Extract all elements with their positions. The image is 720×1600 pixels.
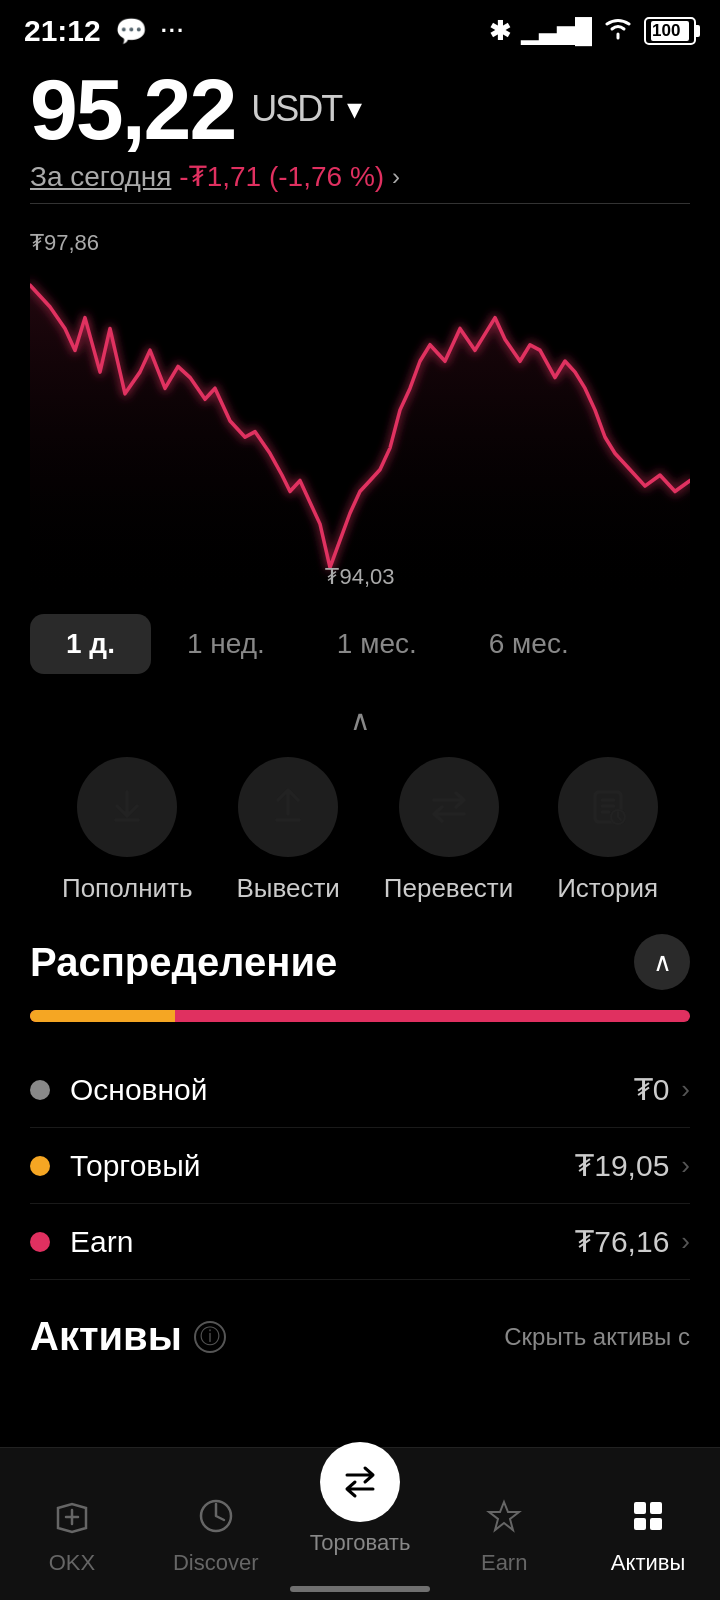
- assets-section: Активы ⓘ Скрыть активы с: [30, 1290, 690, 1369]
- dist-earn-arrow: ›: [681, 1226, 690, 1257]
- status-bar: 21:12 💬 ··· ✱ ▁▃▅█ 100: [0, 0, 720, 56]
- nav-trade-circle: [320, 1442, 400, 1522]
- currency-dropdown-arrow[interactable]: ▾: [347, 94, 360, 124]
- nav-assets-label: Активы: [611, 1550, 685, 1576]
- dist-earn-label: Earn: [70, 1225, 133, 1259]
- distribution-toggle[interactable]: ∧: [634, 934, 690, 990]
- hide-assets-text: Скрыть активы с: [504, 1323, 690, 1350]
- time-selector: 1 д. 1 нед. 1 мес. 6 мес.: [30, 614, 690, 674]
- battery-icon: 100: [644, 17, 696, 45]
- today-label: За сегодня: [30, 161, 171, 193]
- dist-main-arrow: ›: [681, 1074, 690, 1105]
- history-label: История: [557, 873, 658, 904]
- change-arrow[interactable]: ›: [392, 163, 400, 191]
- nav-trade-label: Торговать: [310, 1530, 411, 1556]
- dist-earn-value: ₮76,16: [575, 1224, 669, 1259]
- nav-trade[interactable]: Торговать: [310, 1442, 411, 1556]
- nav-okx-label: OKX: [49, 1550, 95, 1576]
- assets-info-icon[interactable]: ⓘ: [194, 1321, 226, 1353]
- nav-discover-label: Discover: [173, 1550, 259, 1576]
- transfer-icon: [399, 757, 499, 857]
- collapse-row: ∧: [30, 694, 690, 757]
- assets-hide-label: Скрыть активы с: [504, 1323, 690, 1351]
- time-btn-1m[interactable]: 1 мес.: [301, 614, 453, 674]
- history-button[interactable]: История: [557, 757, 658, 904]
- dist-trading-label: Торговый: [70, 1149, 201, 1183]
- svg-rect-7: [634, 1518, 646, 1530]
- withdraw-button[interactable]: Вывести: [236, 757, 339, 904]
- dist-earn-left: Earn: [30, 1225, 133, 1259]
- deposit-label: Пополнить: [62, 873, 193, 904]
- dist-item-main[interactable]: Основной ₮0 ›: [30, 1052, 690, 1128]
- distribution-progress-bar: [30, 1010, 690, 1022]
- bluetooth-icon: ✱: [489, 16, 511, 47]
- change-value: -₮1,71 (-1,76 %): [179, 160, 384, 193]
- nav-assets[interactable]: Активы: [598, 1498, 698, 1576]
- more-icon: ···: [161, 18, 185, 44]
- balance-amount-row: 95,22 USDT ▾: [30, 66, 690, 152]
- status-time: 21:12: [24, 14, 101, 48]
- action-buttons: Пополнить Вывести Перевести: [30, 757, 690, 934]
- dist-main-left: Основной: [30, 1073, 208, 1107]
- transfer-button[interactable]: Перевести: [384, 757, 513, 904]
- dist-earn-right: ₮76,16 ›: [575, 1224, 690, 1259]
- balance-change-row: За сегодня -₮1,71 (-1,76 %) ›: [30, 160, 690, 204]
- home-indicator: [290, 1586, 430, 1592]
- dot-main: [30, 1080, 50, 1100]
- signal-icon: ▁▃▅█: [521, 17, 592, 45]
- chart-svg: [30, 220, 690, 600]
- distribution-title: Распределение: [30, 940, 337, 985]
- nav-discover-icon: [198, 1498, 234, 1542]
- time-btn-6m[interactable]: 6 мес.: [453, 614, 605, 674]
- dist-item-earn[interactable]: Earn ₮76,16 ›: [30, 1204, 690, 1280]
- wifi-icon: [602, 16, 634, 47]
- dist-item-trading[interactable]: Торговый ₮19,05 ›: [30, 1128, 690, 1204]
- balance-value: 95,22: [30, 66, 235, 152]
- nav-assets-icon: [630, 1498, 666, 1542]
- whatsapp-icon: 💬: [115, 16, 147, 47]
- time-btn-1d[interactable]: 1 д.: [30, 614, 151, 674]
- price-chart: ₮97,86 ₮94,03: [30, 220, 690, 600]
- history-icon: [558, 757, 658, 857]
- nav-earn[interactable]: Earn: [454, 1498, 554, 1576]
- deposit-icon: [77, 757, 177, 857]
- assets-title: Активы: [30, 1314, 182, 1359]
- dot-earn: [30, 1232, 50, 1252]
- svg-rect-6: [650, 1502, 662, 1514]
- withdraw-label: Вывести: [236, 873, 339, 904]
- time-btn-1w[interactable]: 1 нед.: [151, 614, 301, 674]
- chart-high-label: ₮97,86: [30, 230, 99, 256]
- deposit-button[interactable]: Пополнить: [62, 757, 193, 904]
- progress-orange-segment: [30, 1010, 175, 1022]
- dot-trading: [30, 1156, 50, 1176]
- dist-main-label: Основной: [70, 1073, 208, 1107]
- dist-main-value: ₮0: [634, 1072, 670, 1107]
- dist-trading-arrow: ›: [681, 1150, 690, 1181]
- withdraw-icon: [238, 757, 338, 857]
- nav-okx[interactable]: OKX: [22, 1500, 122, 1576]
- dist-trading-value: ₮19,05: [575, 1148, 669, 1183]
- transfer-label: Перевести: [384, 873, 513, 904]
- distribution-section: Распределение ∧ Основной ₮0 › Торговый: [30, 934, 690, 1280]
- dist-trading-right: ₮19,05 ›: [575, 1148, 690, 1183]
- distribution-header: Распределение ∧: [30, 934, 690, 990]
- svg-rect-8: [650, 1518, 662, 1530]
- dist-main-right: ₮0 ›: [634, 1072, 690, 1107]
- nav-earn-icon: [486, 1498, 522, 1542]
- assets-left: Активы ⓘ: [30, 1314, 226, 1359]
- bottom-nav: OKX Discover Торговать Earn: [0, 1447, 720, 1600]
- dist-trading-left: Торговый: [30, 1149, 201, 1183]
- main-content: 95,22 USDT ▾ За сегодня -₮1,71 (-1,76 %)…: [0, 56, 720, 1509]
- balance-section: 95,22 USDT ▾ За сегодня -₮1,71 (-1,76 %)…: [30, 56, 690, 210]
- chart-low-label: ₮94,03: [325, 564, 394, 590]
- balance-currency: USDT ▾: [251, 91, 360, 127]
- status-right: ✱ ▁▃▅█ 100: [489, 16, 696, 47]
- nav-earn-label: Earn: [481, 1550, 527, 1576]
- nav-discover[interactable]: Discover: [166, 1498, 266, 1576]
- status-left: 21:12 💬 ···: [24, 14, 185, 48]
- nav-okx-icon: [54, 1500, 90, 1542]
- collapse-arrow-icon[interactable]: ∧: [350, 704, 371, 737]
- svg-rect-5: [634, 1502, 646, 1514]
